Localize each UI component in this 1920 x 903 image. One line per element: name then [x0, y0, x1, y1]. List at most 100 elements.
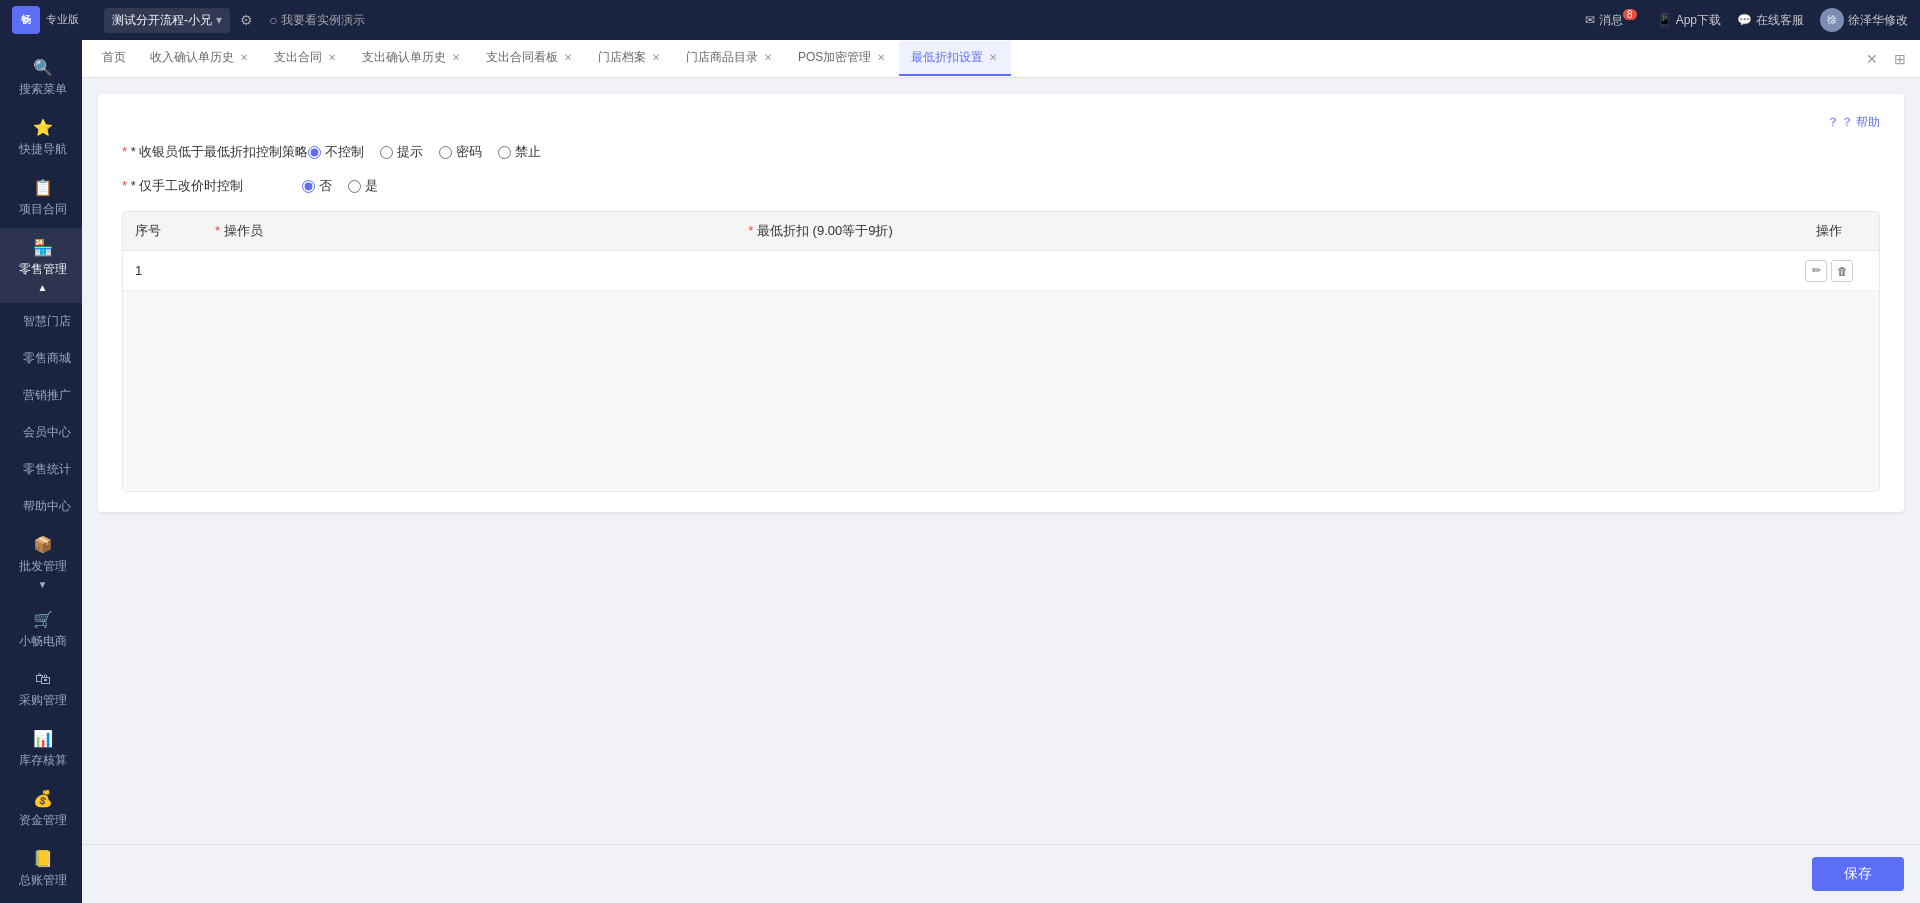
- online-service-button[interactable]: 💬 在线客服: [1737, 12, 1804, 29]
- tab-home[interactable]: 首页: [90, 41, 138, 76]
- sidebar-item-smart-store-label: 智慧门店: [23, 313, 71, 330]
- sidebar-item-help[interactable]: 帮助中心: [0, 488, 82, 525]
- sidebar-item-retail-label: 零售管理: [19, 261, 67, 278]
- ecommerce-icon: 🛒: [33, 610, 53, 629]
- cashier-policy-label-text: * 收银员低于最低折扣控制策略: [131, 144, 309, 159]
- sidebar-item-finance-label: 资金管理: [19, 812, 67, 829]
- tab-store-product-catalog-close[interactable]: ✕: [762, 52, 774, 63]
- tab-min-discount-setting[interactable]: 最低折扣设置 ✕: [899, 41, 1011, 76]
- tab-pos-password-close[interactable]: ✕: [875, 52, 887, 63]
- app-download-label: App下载: [1676, 12, 1721, 29]
- td-operator-1: [203, 263, 736, 279]
- inventory-icon: 📊: [33, 729, 53, 748]
- settings-icon[interactable]: ⚙: [240, 12, 253, 28]
- tab-store-file-close[interactable]: ✕: [650, 52, 662, 63]
- sidebar-item-marketing[interactable]: 营销推广: [0, 377, 82, 414]
- message-icon: ✉: [1585, 13, 1595, 27]
- delete-row-button[interactable]: 🗑: [1831, 260, 1853, 282]
- tab-income-confirm-history-close[interactable]: ✕: [238, 52, 250, 63]
- sidebar-item-quick-nav-label: 快捷导航: [19, 141, 67, 158]
- tab-store-file[interactable]: 门店档案 ✕: [586, 41, 674, 76]
- project-selector[interactable]: 测试分开流程-小兄 ▾: [104, 8, 230, 33]
- sidebar-item-inventory[interactable]: 📊 库存核算: [0, 719, 82, 779]
- radio-no-control[interactable]: 不控制: [308, 143, 364, 161]
- sidebar-item-smart-store[interactable]: 智慧门店: [0, 303, 82, 340]
- logo-area: 畅 专业版: [12, 6, 94, 34]
- settings-card: ？ ？ 帮助 * * 收银员低于最低折扣控制策略 不控制: [98, 94, 1904, 512]
- sidebar-item-invoice[interactable]: 🧾 发票管理: [0, 899, 82, 903]
- sidebar-item-ecommerce-label: 小畅电商: [19, 633, 67, 650]
- radio-forbidden[interactable]: 禁止: [498, 143, 541, 161]
- finance-icon: 💰: [33, 789, 53, 808]
- table-row: 1 ✏ 🗑: [123, 251, 1879, 291]
- page-footer: 保存: [82, 844, 1920, 903]
- save-button[interactable]: 保存: [1812, 857, 1904, 891]
- tab-income-confirm-history[interactable]: 收入确认单历史 ✕: [138, 41, 262, 76]
- manual-price-row: * * 仅手工改价时控制 否 是: [122, 177, 1880, 195]
- tab-payment-contract-board-close[interactable]: ✕: [562, 52, 574, 63]
- tab-payment-confirm-history[interactable]: 支出确认单历史 ✕: [350, 41, 474, 76]
- radio-no[interactable]: 否: [302, 177, 332, 195]
- tab-payment-confirm-history-label: 支出确认单历史: [362, 49, 446, 66]
- tab-home-label: 首页: [102, 49, 126, 66]
- tab-payment-contract-board[interactable]: 支出合同看板 ✕: [474, 41, 586, 76]
- tab-payment-confirm-history-close[interactable]: ✕: [450, 52, 462, 63]
- radio-no-label: 否: [319, 177, 332, 195]
- sidebar-item-help-label: 帮助中心: [23, 498, 71, 515]
- cashier-policy-radio-group: 不控制 提示 密码 禁止: [308, 143, 541, 161]
- tab-store-product-catalog[interactable]: 门店商品目录 ✕: [674, 41, 786, 76]
- radio-password[interactable]: 密码: [439, 143, 482, 161]
- download-icon: 📱: [1657, 13, 1672, 27]
- close-tab-btn[interactable]: ✕: [1860, 49, 1884, 69]
- messages-badge: 8: [1623, 9, 1637, 20]
- manual-price-label: * * 仅手工改价时控制: [122, 177, 302, 195]
- sidebar-item-ecommerce[interactable]: 🛒 小畅电商: [0, 600, 82, 660]
- sidebar-item-search-label: 搜索菜单: [19, 81, 67, 98]
- cashier-policy-label: * * 收银员低于最低折扣控制策略: [122, 143, 308, 161]
- sidebar-item-quick-nav[interactable]: ⭐ 快捷导航: [0, 108, 82, 168]
- sidebar-item-retail-mall[interactable]: 零售商城: [0, 340, 82, 377]
- table-empty-area: [123, 291, 1879, 491]
- user-profile[interactable]: 徐 徐泽华修改: [1820, 8, 1908, 32]
- tab-payment-contract-board-label: 支出合同看板: [486, 49, 558, 66]
- td-discount-1: [736, 263, 1779, 279]
- th-discount: * 最低折扣 (9.00等于9折): [736, 212, 1779, 250]
- messages-button[interactable]: ✉ 消息 8: [1585, 12, 1641, 29]
- demo-link-text: 我要看实例演示: [281, 12, 365, 29]
- app-download-button[interactable]: 📱 App下载: [1657, 12, 1721, 29]
- td-seq-1: 1: [123, 255, 203, 286]
- sidebar-item-retail[interactable]: 🏪 零售管理 ▲: [0, 228, 82, 303]
- tab-payment-contract-label: 支出合同: [274, 49, 322, 66]
- tab-min-discount-setting-close[interactable]: ✕: [987, 52, 999, 63]
- tab-pos-password[interactable]: POS加密管理 ✕: [786, 41, 899, 76]
- sidebar-item-purchase[interactable]: 🛍 采购管理: [0, 660, 82, 719]
- demo-link[interactable]: 我要看实例演示: [269, 12, 365, 29]
- chevron-down-icon: ▾: [216, 13, 222, 27]
- edit-row-button[interactable]: ✏: [1805, 260, 1827, 282]
- star-icon: ⭐: [33, 118, 53, 137]
- sidebar-item-retail-stats[interactable]: 零售统计: [0, 451, 82, 488]
- service-icon: 💬: [1737, 13, 1752, 27]
- th-seq: 序号: [123, 212, 203, 250]
- tab-payment-contract-close[interactable]: ✕: [326, 52, 338, 63]
- maximize-tab-btn[interactable]: ⊞: [1888, 49, 1912, 69]
- help-link[interactable]: ？ ？ 帮助: [1827, 114, 1880, 131]
- top-bar-right: ✉ 消息 8 📱 App下载 💬 在线客服 徐 徐泽华修改: [1585, 8, 1908, 32]
- tab-payment-contract[interactable]: 支出合同 ✕: [262, 41, 350, 76]
- search-icon: 🔍: [33, 58, 53, 77]
- tab-bar: 首页 收入确认单历史 ✕ 支出合同 ✕ 支出确认单历史 ✕ 支出合同看板 ✕ 门…: [82, 40, 1920, 78]
- sidebar-item-project-contract[interactable]: 📋 项目合同: [0, 168, 82, 228]
- tab-store-file-label: 门店档案: [598, 49, 646, 66]
- manual-price-radio-group: 否 是: [302, 177, 378, 195]
- retail-icon: 🏪: [33, 238, 53, 257]
- sidebar-item-finance[interactable]: 💰 资金管理: [0, 779, 82, 839]
- radio-prompt[interactable]: 提示: [380, 143, 423, 161]
- sidebar-item-project-contract-label: 项目合同: [19, 201, 67, 218]
- sidebar-item-accounting[interactable]: 📒 总账管理: [0, 839, 82, 899]
- radio-yes[interactable]: 是: [348, 177, 378, 195]
- sidebar: 🔍 搜索菜单 ⭐ 快捷导航 📋 项目合同 🏪 零售管理 ▲ 智慧门店 零售商城 …: [0, 40, 82, 903]
- sidebar-item-member[interactable]: 会员中心: [0, 414, 82, 451]
- sidebar-item-wholesale[interactable]: 📦 批发管理 ▼: [0, 525, 82, 600]
- sidebar-item-search[interactable]: 🔍 搜索菜单: [0, 48, 82, 108]
- logo-icon: 畅: [12, 6, 40, 34]
